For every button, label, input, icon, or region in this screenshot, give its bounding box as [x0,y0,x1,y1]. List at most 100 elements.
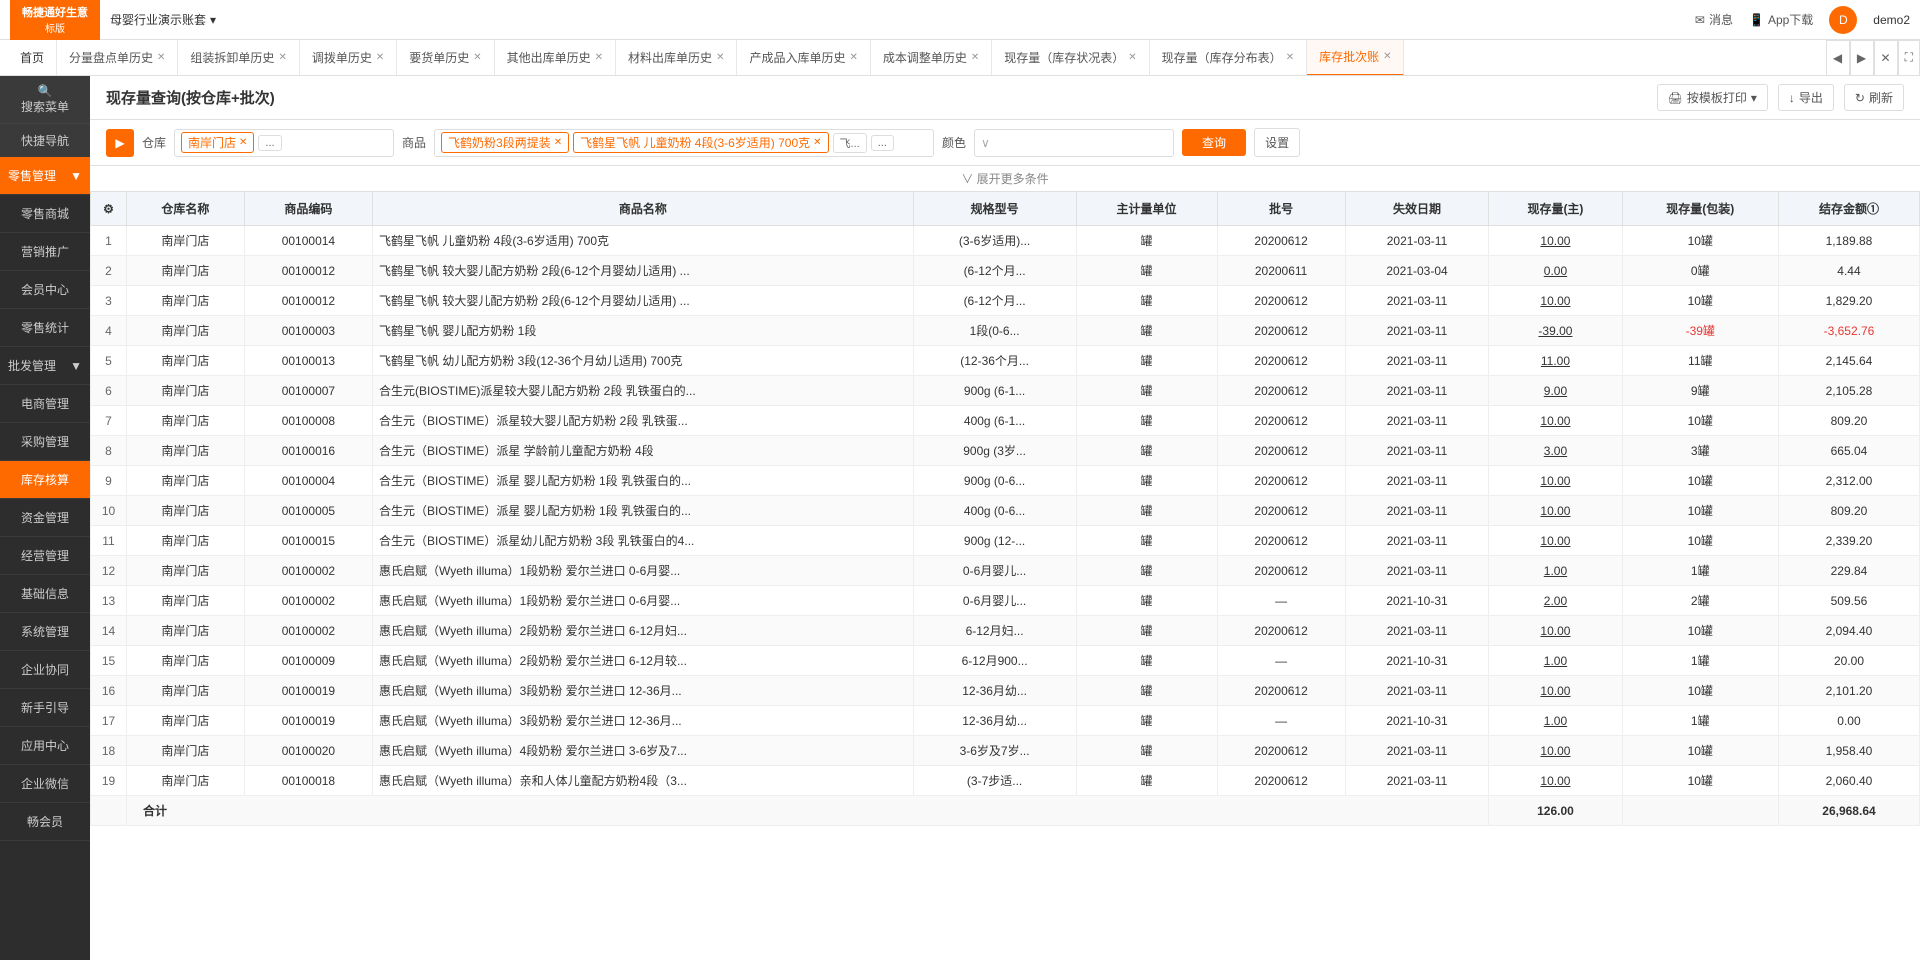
query-button[interactable]: 查询 [1182,129,1246,156]
tab-cailiao[interactable]: 材料出库单历史 ✕ [616,40,737,76]
row-qty-main[interactable]: 2.00 [1489,586,1622,616]
row-qty-main[interactable]: 10.00 [1489,736,1622,766]
sidebar-item-retail-mgmt[interactable]: 零售管理 ▼ [0,157,90,195]
account-selector[interactable]: 母婴行业演示账套 ▾ [110,11,220,28]
row-qty-main[interactable]: 10.00 [1489,766,1622,796]
row-qty-main[interactable]: 10.00 [1489,496,1622,526]
sidebar-item-wholesale[interactable]: 批发管理 ▼ [0,347,90,385]
tab-close-all[interactable]: ✕ [1874,40,1898,76]
row-qty-main[interactable]: 9.00 [1489,376,1622,406]
settings-button[interactable]: 设置 [1254,128,1300,157]
color-label: 颜色 [942,134,966,151]
sidebar-item-basic-info[interactable]: 基础信息 [0,575,90,613]
row-qty-main[interactable]: -39.00 [1489,316,1622,346]
row-qty-main[interactable]: 10.00 [1489,466,1622,496]
tab-chengben[interactable]: 成本调整单历史 ✕ [871,40,992,76]
tab-chengpin[interactable]: 产成品入库单历史 ✕ [737,40,870,76]
sidebar-item-inventory[interactable]: 库存核算 [0,461,90,499]
print-button[interactable]: 🖨 按模板打印 ▾ [1657,84,1768,111]
sidebar-item-membership[interactable]: 会员中心 [0,271,90,309]
warehouse-more[interactable]: ... [258,135,281,151]
tab-xiancun2[interactable]: 现存量（库存分布表） ✕ [1150,40,1307,76]
avatar[interactable]: D [1829,6,1857,34]
sidebar-item-app-center[interactable]: 应用中心 [0,727,90,765]
product-filter-input[interactable]: 飞鹤奶粉3段两提装 ✕ 飞鹤星飞帆 儿童奶粉 4段(3-6岁适用) 700克 ✕… [434,129,934,157]
sidebar-item-enterprise[interactable]: 企业协同 [0,651,90,689]
row-qty-main[interactable]: 3.00 [1489,436,1622,466]
refresh-label: 刷新 [1869,89,1893,106]
tab-maximize[interactable]: ⛶ [1898,40,1920,76]
row-qty-main[interactable]: 10.00 [1489,526,1622,556]
sidebar-item-system[interactable]: 系统管理 [0,613,90,651]
tab-xiancun2-close[interactable]: ✕ [1286,52,1294,63]
sidebar-item-retail-stats[interactable]: 零售统计 [0,309,90,347]
tab-cailiao-close[interactable]: ✕ [716,52,724,63]
sidebar-item-purchase[interactable]: 采购管理 [0,423,90,461]
row-qty-main[interactable]: 10.00 [1489,286,1622,316]
row-qty-pkg: 2罐 [1622,586,1778,616]
product-tag-1-close[interactable]: ✕ [554,137,562,148]
tab-home[interactable]: 首页 [8,40,57,76]
tab-yaohuo-close[interactable]: ✕ [473,52,481,63]
row-unit: 罐 [1076,556,1217,586]
sidebar-item-weixin[interactable]: 企业微信 [0,765,90,803]
row-unit: 罐 [1076,466,1217,496]
tab-diaobo[interactable]: 调拨单历史 ✕ [300,40,397,76]
tab-xiancun1[interactable]: 现存量（库存状况表） ✕ [992,40,1149,76]
row-qty-main[interactable]: 1.00 [1489,646,1622,676]
row-qty-main[interactable]: 10.00 [1489,406,1622,436]
sidebar-item-label: 采购管理 [21,435,69,449]
tab-xiancun1-close[interactable]: ✕ [1128,52,1136,63]
col-settings[interactable]: ⚙ [91,192,127,226]
sidebar-search[interactable]: 🔍 搜索菜单 [0,76,90,123]
tab-zuzhuang-close[interactable]: ✕ [278,52,286,63]
row-spec: 12-36月幼... [913,676,1076,706]
sidebar-item-guide[interactable]: 新手引导 [0,689,90,727]
row-code: 00100005 [244,496,372,526]
product-more[interactable]: 飞... [833,133,867,153]
tab-zuzhuang[interactable]: 组装拆卸单历史 ✕ [178,40,299,76]
product-ellipsis[interactable]: ... [871,135,894,151]
sidebar-item-operations[interactable]: 经营管理 [0,537,90,575]
sidebar-item-marketing[interactable]: 营销推广 [0,233,90,271]
warehouse-tag-close[interactable]: ✕ [239,137,247,148]
row-qty-main[interactable]: 11.00 [1489,346,1622,376]
row-qty-main[interactable]: 10.00 [1489,616,1622,646]
tab-qita-close[interactable]: ✕ [595,52,603,63]
tab-fenliang[interactable]: 分量盘点单历史 ✕ [57,40,178,76]
logo[interactable]: 畅捷通好生意 标版 [10,0,100,40]
tab-fenliang-close[interactable]: ✕ [157,52,165,63]
tab-next-arrow[interactable]: ▶ [1850,40,1874,76]
sidebar-item-retail-shop[interactable]: 零售商城 [0,195,90,233]
row-qty-main[interactable]: 10.00 [1489,226,1622,256]
sidebar-item-vip[interactable]: 畅会员 [0,803,90,841]
app-download-button[interactable]: 📱 App下载 [1749,11,1813,28]
tab-prev-arrow[interactable]: ◀ [1826,40,1850,76]
color-filter-input[interactable]: ∨ [974,129,1174,157]
row-qty-main[interactable]: 1.00 [1489,706,1622,736]
username[interactable]: demo2 [1873,13,1910,27]
row-qty-pkg: 1罐 [1622,556,1778,586]
tab-pici-close[interactable]: ✕ [1383,51,1391,62]
sidebar-item-ecommerce[interactable]: 电商管理 [0,385,90,423]
export-button[interactable]: ↓ 导出 [1778,84,1834,111]
sidebar-quick-nav[interactable]: 快捷导航 [0,123,90,157]
refresh-button[interactable]: ↻ 刷新 [1844,84,1904,111]
product-tag-2-close[interactable]: ✕ [813,137,821,148]
row-code: 00100008 [244,406,372,436]
row-qty-main[interactable]: 10.00 [1489,676,1622,706]
tab-pici[interactable]: 库存批次账 ✕ [1307,40,1404,76]
tab-chengben-close[interactable]: ✕ [971,52,979,63]
filter-row: ▶ 仓库 南岸门店 ✕ ... 商品 飞鹤奶粉3段两提装 ✕ [106,128,1904,157]
warehouse-filter-input[interactable]: 南岸门店 ✕ ... [174,129,394,157]
messages-button[interactable]: ✉ 消息 [1695,11,1733,28]
tab-chengpin-close[interactable]: ✕ [849,52,857,63]
tab-yaohuo[interactable]: 要货单历史 ✕ [397,40,494,76]
row-qty-main[interactable]: 0.00 [1489,256,1622,286]
filter-expand-button[interactable]: ▶ [106,129,134,157]
sidebar-item-finance[interactable]: 资金管理 [0,499,90,537]
tab-qita[interactable]: 其他出库单历史 ✕ [495,40,616,76]
expand-more-row[interactable]: ∨ 展开更多条件 [90,166,1920,191]
tab-diaobo-close[interactable]: ✕ [376,52,384,63]
row-qty-main[interactable]: 1.00 [1489,556,1622,586]
